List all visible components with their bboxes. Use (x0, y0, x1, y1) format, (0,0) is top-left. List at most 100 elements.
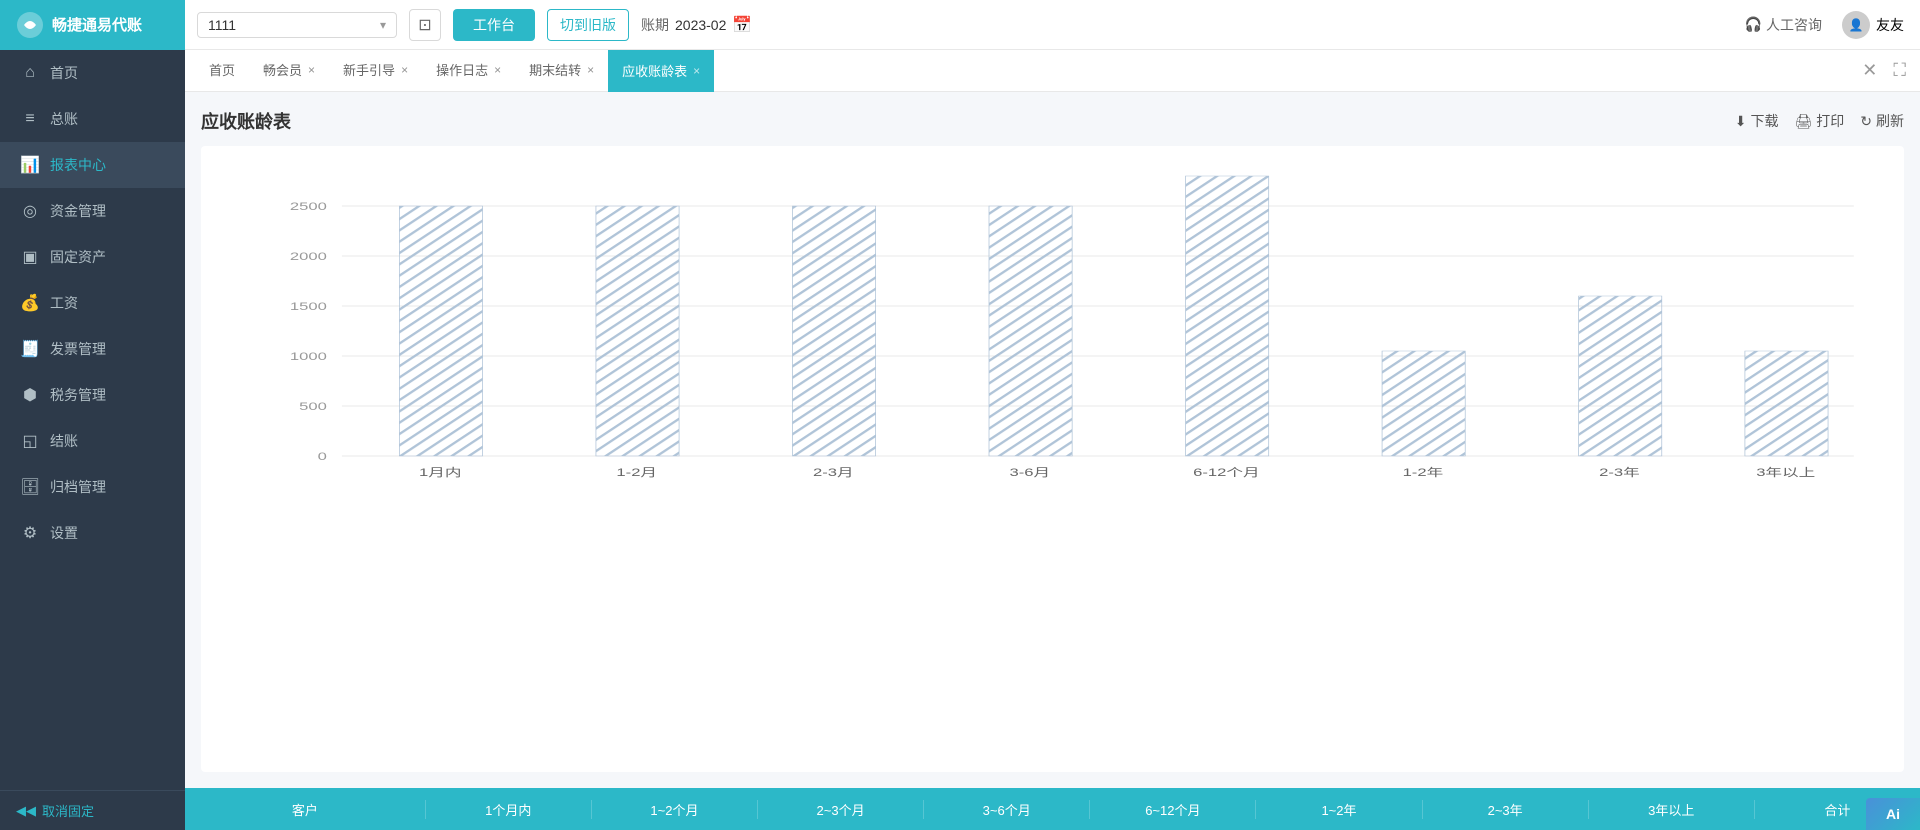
sidebar-item-settlement[interactable]: ◱ 结账 (0, 418, 185, 464)
bar-2-3month (792, 206, 875, 456)
tab-guide[interactable]: 新手引导 × (329, 50, 422, 92)
sidebar-item-archive[interactable]: 🗄 归档管理 (0, 464, 185, 510)
sidebar-footer-pin[interactable]: ◀◀ 取消固定 (0, 790, 185, 830)
th-2-3year: 2~3年 (1423, 800, 1589, 819)
sidebar-label-settlement: 结账 (50, 431, 78, 451)
svg-text:2000: 2000 (290, 250, 327, 262)
ai-float-button[interactable]: Ai (1866, 798, 1920, 830)
refresh-button[interactable]: ↻ 刷新 (1860, 111, 1904, 131)
svg-text:3年以上: 3年以上 (1756, 466, 1815, 478)
svg-text:1-2月: 1-2月 (616, 466, 657, 478)
logo-area: 畅捷通易代账 (0, 0, 185, 50)
maximize-icon[interactable]: ⛶ (1889, 56, 1910, 85)
workbench-button[interactable]: 工作台 (453, 9, 535, 41)
tab-home-label: 首页 (209, 60, 235, 79)
avatar: 👤 (1842, 11, 1870, 39)
sidebar-label-fund: 资金管理 (50, 201, 106, 221)
tab-bar-right: ✕ ⛶ (1858, 56, 1910, 85)
sidebar-label-settings: 设置 (50, 523, 78, 543)
th-3-6month: 3~6个月 (924, 800, 1090, 819)
close-all-icon[interactable]: ✕ (1858, 56, 1881, 85)
tab-aging[interactable]: 应收账龄表 × (608, 50, 714, 92)
th-3plus-year: 3年以上 (1589, 800, 1755, 819)
print-icon: 🖨 (1794, 113, 1812, 130)
company-selector[interactable]: 1111 ▾ (197, 12, 397, 38)
tab-bar: 首页 畅会员 × 新手引导 × 操作日志 × 期末结转 × 应收账龄表 × (185, 50, 1920, 92)
bar-6-12month (1186, 176, 1269, 456)
refresh-label: 刷新 (1876, 111, 1904, 131)
sidebar-item-fixed-assets[interactable]: ▣ 固定资产 (0, 234, 185, 280)
toolbar-actions: ⬇ 下载 🖨 打印 ↻ 刷新 (1735, 111, 1904, 131)
download-label: 下载 (1750, 111, 1778, 131)
page-title-row: 应收账龄表 ⬇ 下载 🖨 打印 ↻ 刷新 (201, 108, 1904, 134)
print-label: 打印 (1816, 111, 1844, 131)
support-link[interactable]: 🎧 人工咨询 (1745, 15, 1822, 35)
svg-text:2-3月: 2-3月 (813, 466, 854, 478)
sidebar-item-fund-management[interactable]: ◎ 资金管理 (0, 188, 185, 234)
tax-icon: ⬢ (20, 385, 40, 405)
settlement-icon: ◱ (20, 431, 40, 451)
sidebar-item-report-center[interactable]: 📊 报表中心 (0, 142, 185, 188)
bar-1month (399, 206, 482, 456)
sidebar-label-general-ledger: 总账 (50, 109, 78, 129)
svg-text:2500: 2500 (290, 200, 327, 212)
user-area[interactable]: 👤 友友 (1842, 11, 1904, 39)
sidebar-item-invoice[interactable]: 🧾 发票管理 (0, 326, 185, 372)
tab-home[interactable]: 首页 (195, 50, 249, 92)
header-right: 🎧 人工咨询 👤 友友 (1745, 11, 1904, 39)
sidebar-item-general-ledger[interactable]: ≡ 总账 (0, 96, 185, 142)
table-header: 客户 1个月内 1~2个月 2~3个月 3~6个月 6~12个月 1~2年 2~… (185, 788, 1920, 830)
tab-member-label: 畅会员 (263, 60, 302, 79)
calendar-icon[interactable]: 📅 (732, 15, 752, 35)
sidebar-label-assets: 固定资产 (50, 247, 106, 267)
svg-text:2-3年: 2-3年 (1599, 466, 1640, 478)
bar-2-3year (1579, 296, 1662, 456)
tab-oplog[interactable]: 操作日志 × (422, 50, 515, 92)
page-title: 应收账龄表 (201, 108, 291, 134)
sidebar-item-home[interactable]: ⌂ 首页 (0, 50, 185, 96)
print-button[interactable]: 🖨 打印 (1794, 111, 1844, 131)
sidebar-item-tax[interactable]: ⬢ 税务管理 (0, 372, 185, 418)
ledger-icon: ≡ (20, 110, 40, 128)
svg-text:1-2年: 1-2年 (1403, 466, 1444, 478)
support-label: 人工咨询 (1766, 15, 1822, 35)
period-area: 账期 2023-02 📅 (641, 15, 752, 35)
sidebar-label-archive: 归档管理 (50, 477, 106, 497)
sidebar: ⌂ 首页 ≡ 总账 📊 报表中心 ◎ 资金管理 ▣ 固定资产 💰 工资 🧾 发票… (0, 50, 185, 830)
sidebar-label-home: 首页 (50, 63, 78, 83)
pin-icon: ◀◀ (16, 803, 36, 819)
tab-member-close[interactable]: × (308, 63, 315, 77)
tab-guide-close[interactable]: × (401, 63, 408, 77)
tab-period-end[interactable]: 期末结转 × (515, 50, 608, 92)
sidebar-item-settings[interactable]: ⚙ 设置 (0, 510, 185, 556)
tab-guide-label: 新手引导 (343, 60, 395, 79)
svg-text:500: 500 (299, 400, 327, 412)
sidebar-label-invoice: 发票管理 (50, 339, 106, 359)
company-name: 1111 (208, 17, 372, 33)
pin-label: 取消固定 (42, 801, 94, 820)
th-6-12month: 6~12个月 (1090, 800, 1256, 819)
fund-icon: ◎ (20, 201, 40, 221)
sidebar-label-tax: 税务管理 (50, 385, 106, 405)
th-customer: 客户 (185, 800, 426, 819)
copy-button[interactable]: ⊡ (409, 9, 441, 41)
assets-icon: ▣ (20, 247, 40, 267)
th-1month: 1个月内 (426, 800, 592, 819)
download-icon: ⬇ (1735, 113, 1747, 130)
sidebar-item-payroll[interactable]: 💰 工资 (0, 280, 185, 326)
svg-text:1500: 1500 (290, 300, 327, 312)
chart-container: 0 500 1000 1500 2000 2500 1月内 (201, 146, 1904, 772)
logo-text: 畅捷通易代账 (52, 14, 142, 35)
tab-aging-close[interactable]: × (693, 64, 700, 78)
tab-oplog-close[interactable]: × (494, 63, 501, 77)
chevron-down-icon: ▾ (380, 18, 386, 32)
tab-member[interactable]: 畅会员 × (249, 50, 329, 92)
sidebar-label-report-center: 报表中心 (50, 155, 106, 175)
tab-period-end-label: 期末结转 (529, 60, 581, 79)
archive-icon: 🗄 (20, 477, 40, 497)
switch-version-button[interactable]: 切到旧版 (547, 9, 629, 41)
tab-period-end-close[interactable]: × (587, 63, 594, 77)
svg-text:0: 0 (318, 450, 327, 462)
download-button[interactable]: ⬇ 下载 (1735, 111, 1779, 131)
svg-text:1000: 1000 (290, 350, 327, 362)
